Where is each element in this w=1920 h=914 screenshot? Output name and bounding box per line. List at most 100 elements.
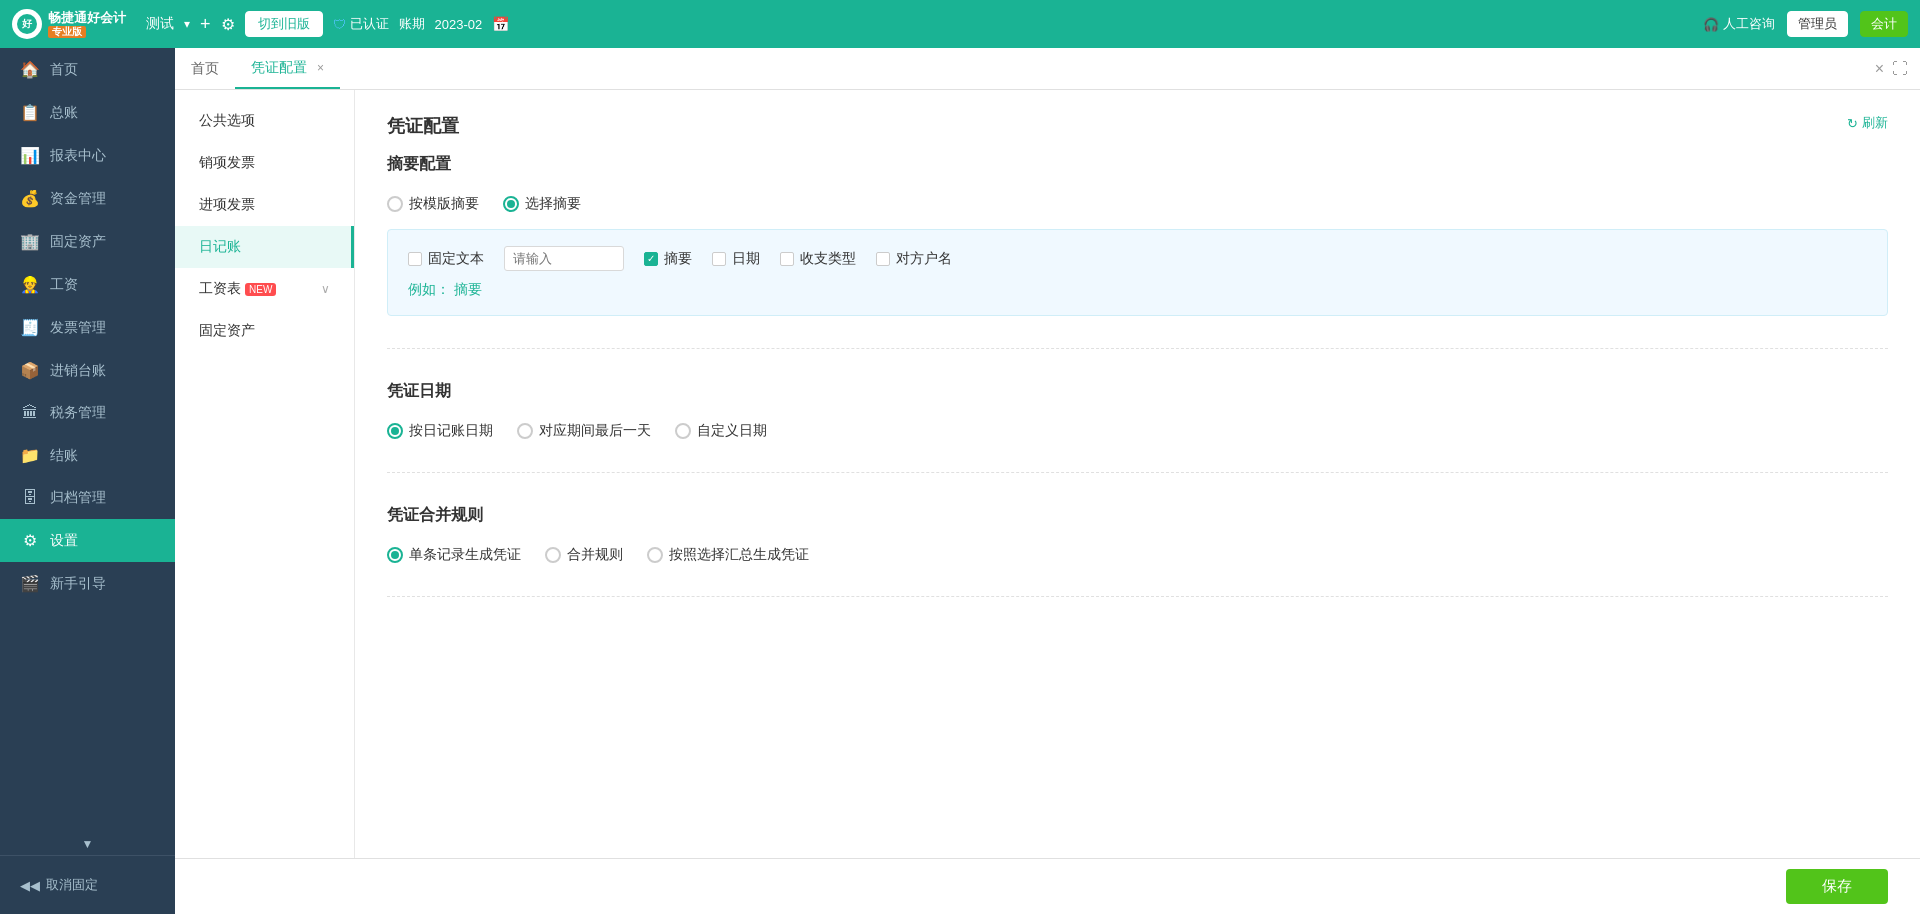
radio-single-record[interactable]: 单条记录生成凭证 [387, 546, 521, 564]
example-text: 例如： 摘要 [408, 281, 1867, 299]
company-name: 测试 [146, 15, 174, 33]
sidebar-item-guide[interactable]: 🎬 新手引导 [0, 562, 175, 605]
page-title: 凭证配置 [387, 114, 459, 138]
radio-select-merge[interactable]: 按照选择汇总生成凭证 [647, 546, 809, 564]
left-nav-public[interactable]: 公共选项 [175, 100, 354, 142]
radio-select-circle [503, 196, 519, 212]
sidebar-item-label-sales: 进销台账 [50, 362, 106, 380]
tab-bar-right: × ⛶ [1875, 48, 1920, 89]
income-type-label: 收支类型 [800, 250, 856, 268]
summary-section: 摘要配置 按模版摘要 选择摘要 [387, 154, 1888, 316]
payroll-expand-icon: ∨ [321, 282, 330, 296]
calendar-icon[interactable]: 📅 [492, 16, 509, 32]
left-nav-public-label: 公共选项 [199, 112, 255, 128]
unpin-icon: ◀◀ [20, 878, 40, 893]
left-nav-diary[interactable]: 日记账 [175, 226, 354, 268]
save-button[interactable]: 保存 [1786, 869, 1888, 904]
sidebar-item-settings[interactable]: ⚙ 设置 [0, 519, 175, 562]
left-nav-purchase-invoice[interactable]: 进项发票 [175, 184, 354, 226]
left-nav-payroll-label: 工资表 [199, 280, 241, 298]
archive-icon: 🗄 [20, 489, 40, 507]
period-value: 2023-02 [435, 17, 483, 32]
checkbox-counterpart[interactable]: 对方户名 [876, 250, 952, 268]
logo-inner: 好 [17, 14, 37, 34]
logo-icon: 好 [12, 9, 42, 39]
sidebar-item-ledger[interactable]: 📋 总账 [0, 91, 175, 134]
refresh-label: 刷新 [1862, 114, 1888, 132]
radio-daily-circle [387, 423, 403, 439]
radio-custom-date[interactable]: 自定义日期 [675, 422, 767, 440]
radio-template-circle [387, 196, 403, 212]
sidebar-item-archive[interactable]: 🗄 归档管理 [0, 477, 175, 519]
sidebar-item-label-report: 报表中心 [50, 147, 106, 165]
pro-badge: 专业版 [48, 26, 86, 38]
add-button[interactable]: + [200, 15, 211, 33]
sidebar-item-label-invoice: 发票管理 [50, 319, 106, 337]
checkbox-income-type[interactable]: 收支类型 [780, 250, 856, 268]
sidebar-item-invoice[interactable]: 🧾 发票管理 [0, 306, 175, 349]
invoice-icon: 🧾 [20, 318, 40, 337]
summary-section-title: 摘要配置 [387, 154, 1888, 175]
sidebar-item-salary[interactable]: 👷 工资 [0, 263, 175, 306]
fixed-text-input[interactable] [504, 246, 624, 271]
radio-template-summary[interactable]: 按模版摘要 [387, 195, 479, 213]
radio-custom-circle [675, 423, 691, 439]
unpin-button[interactable]: ◀◀ 取消固定 [0, 866, 175, 904]
right-content: 凭证配置 ↻ 刷新 摘要配置 [355, 90, 1920, 858]
window-close-icon[interactable]: × [1875, 60, 1884, 78]
radio-single-circle [387, 547, 403, 563]
radio-select-merge-circle [647, 547, 663, 563]
sidebar-item-home[interactable]: 🏠 首页 [0, 48, 175, 91]
sidebar-item-report[interactable]: 📊 报表中心 [0, 134, 175, 177]
company-dropdown-icon[interactable]: ▾ [184, 17, 190, 31]
window-expand-icon[interactable]: ⛶ [1892, 60, 1908, 78]
switch-version-button[interactable]: 切到旧版 [245, 11, 323, 37]
sidebar-item-sales[interactable]: 📦 进销台账 [0, 349, 175, 392]
tab-close-icon[interactable]: × [317, 61, 324, 75]
checkbox-fixed-text[interactable]: 固定文本 [408, 250, 484, 268]
app-name: 畅捷通好会计 [48, 10, 126, 26]
checkbox-date[interactable]: 日期 [712, 250, 760, 268]
consult-button[interactable]: 🎧 人工咨询 [1703, 15, 1775, 33]
bottom-bar: 保存 [175, 858, 1920, 914]
refresh-button[interactable]: ↻ 刷新 [1847, 114, 1888, 132]
left-nav-payroll[interactable]: 工资表 NEW ∨ [175, 268, 354, 310]
payroll-new-badge: NEW [245, 283, 276, 296]
radio-merge-rule[interactable]: 合并规则 [545, 546, 623, 564]
tab-home[interactable]: 首页 [175, 48, 235, 89]
left-nav-fixed-assets[interactable]: 固定资产 [175, 310, 354, 352]
checkbox-summary[interactable]: 摘要 [644, 250, 692, 268]
manager-button[interactable]: 管理员 [1787, 11, 1848, 37]
summary-config-box: 固定文本 摘要 日期 [387, 229, 1888, 316]
tab-voucher-config[interactable]: 凭证配置 × [235, 48, 340, 89]
tax-icon: 🏛 [20, 404, 40, 422]
sidebar-item-label-home: 首页 [50, 61, 78, 79]
left-nav-sales-invoice[interactable]: 销项发票 [175, 142, 354, 184]
sidebar-item-assets[interactable]: 🏢 固定资产 [0, 220, 175, 263]
example-prefix: 例如： [408, 281, 450, 297]
date-checkbox-label: 日期 [732, 250, 760, 268]
sidebar-item-close[interactable]: 📁 结账 [0, 434, 175, 477]
funds-icon: 💰 [20, 189, 40, 208]
sidebar-scroll-down[interactable]: ▼ [0, 833, 175, 855]
home-icon: 🏠 [20, 60, 40, 79]
unpin-label: 取消固定 [46, 876, 98, 894]
radio-period-last[interactable]: 对应期间最后一天 [517, 422, 651, 440]
sales-icon: 📦 [20, 361, 40, 380]
radio-daily-date[interactable]: 按日记账日期 [387, 422, 493, 440]
sidebar-item-funds[interactable]: 💰 资金管理 [0, 177, 175, 220]
tab-bar: 首页 凭证配置 × × ⛶ [175, 48, 1920, 90]
accountant-button[interactable]: 会计 [1860, 11, 1908, 37]
page-content: 公共选项 销项发票 进项发票 日记账 工资表 NEW [175, 90, 1920, 858]
merge-section-title: 凭证合并规则 [387, 505, 1888, 526]
sidebar-item-tax[interactable]: 🏛 税务管理 [0, 392, 175, 434]
consult-label: 人工咨询 [1723, 15, 1775, 33]
radio-merge-label: 合并规则 [567, 546, 623, 564]
report-icon: 📊 [20, 146, 40, 165]
settings-icon[interactable]: ⚙ [221, 15, 235, 34]
left-nav-purchase-invoice-label: 进项发票 [199, 196, 255, 212]
sidebar-item-label-guide: 新手引导 [50, 575, 106, 593]
assets-icon: 🏢 [20, 232, 40, 251]
fixed-text-label: 固定文本 [428, 250, 484, 268]
radio-select-summary[interactable]: 选择摘要 [503, 195, 581, 213]
